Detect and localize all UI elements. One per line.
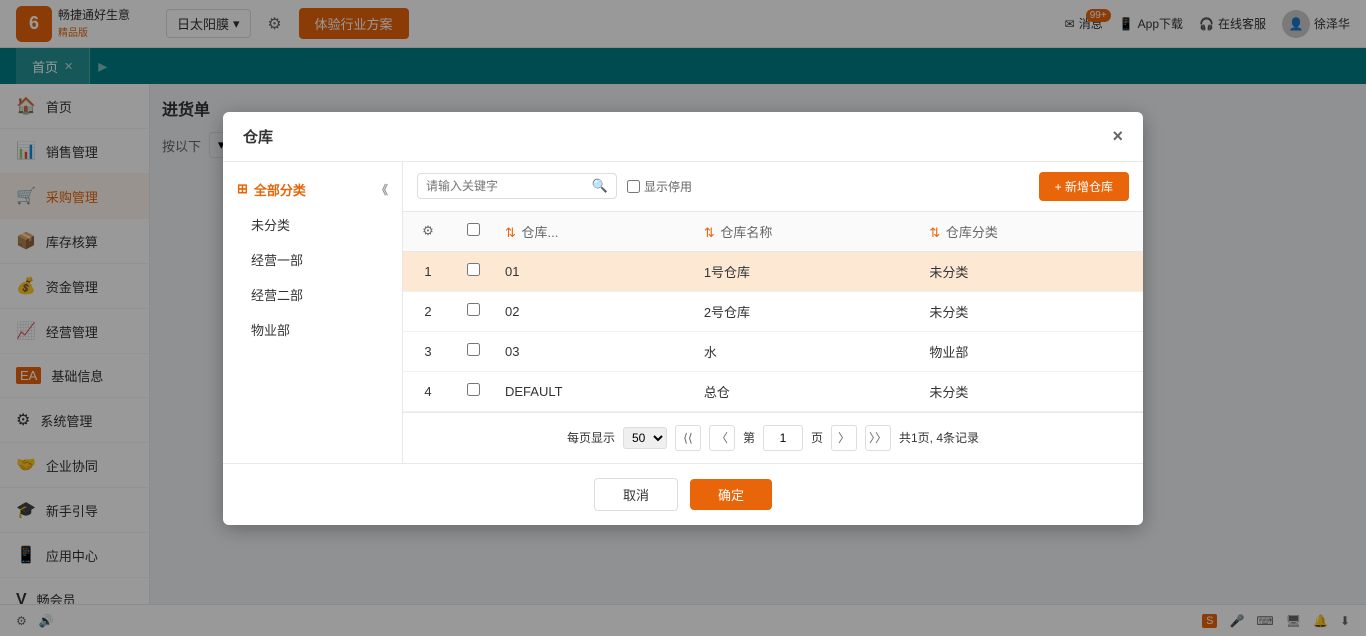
category-item-ops2-label: 经营二部: [251, 288, 303, 303]
table-row[interactable]: 4 DEFAULT 总仓 未分类: [403, 371, 1143, 411]
show-disabled-input[interactable]: [627, 180, 640, 193]
col-name: ⇅ 仓库名称: [692, 212, 918, 252]
row3-category: 物业部: [917, 331, 1143, 371]
col-settings[interactable]: ⚙: [403, 212, 453, 252]
table-body: 1 01 1号仓库 未分类 2 02: [403, 251, 1143, 411]
category-item-property-label: 物业部: [251, 323, 290, 338]
search-icon: 🔍: [592, 178, 608, 194]
sort-icon-category: ⇅: [929, 225, 940, 240]
row2-code: 02: [493, 291, 692, 331]
modal-footer: 取消 确定: [223, 463, 1143, 525]
row3-code: 03: [493, 331, 692, 371]
row1-checkbox[interactable]: [453, 251, 493, 291]
row1-name: 1号仓库: [692, 251, 918, 291]
page-number-input[interactable]: [763, 425, 803, 451]
new-warehouse-button[interactable]: + 新增仓库: [1039, 172, 1129, 201]
table-panel: 🔍 显示停用 + 新增仓库: [403, 162, 1143, 463]
page-prev-button[interactable]: 〈: [709, 425, 735, 451]
modal-overlay: 仓库 × ⊞ 全部分类 《 未分类: [150, 84, 1366, 636]
table-toolbar: 🔍 显示停用 + 新增仓库: [403, 162, 1143, 212]
warehouse-table: ⚙ ⇅ 仓库... ⇅ 仓库名称: [403, 212, 1143, 412]
page-next-button[interactable]: 〉: [831, 425, 857, 451]
table-row[interactable]: 2 02 2号仓库 未分类: [403, 291, 1143, 331]
row1-code: 01: [493, 251, 692, 291]
modal-body: ⊞ 全部分类 《 未分类 经营一部 经营二部: [223, 162, 1143, 463]
main-layout: 🏠 首页 📊 销售管理 🛒 采购管理 📦 库存核算 💰 资金管理 📈 经营管理 …: [0, 84, 1366, 636]
category-item-ops1-label: 经营一部: [251, 253, 303, 268]
row4-checkbox[interactable]: [453, 371, 493, 411]
row4-name: 总仓: [692, 371, 918, 411]
row3-name: 水: [692, 331, 918, 371]
row3-checkbox[interactable]: [453, 331, 493, 371]
row2-checkbox[interactable]: [453, 291, 493, 331]
total-label: 共1页, 4条记录: [899, 429, 979, 446]
show-disabled-checkbox[interactable]: 显示停用: [627, 178, 692, 195]
confirm-button[interactable]: 确定: [690, 479, 772, 510]
page-first-button[interactable]: ⟨⟨: [675, 425, 701, 451]
category-item-ops2[interactable]: 经营二部: [223, 277, 402, 312]
modal-header: 仓库 ×: [223, 112, 1143, 162]
search-input[interactable]: [426, 179, 586, 193]
row4-code: DEFAULT: [493, 371, 692, 411]
row2-category: 未分类: [917, 291, 1143, 331]
sort-icon-code: ⇅: [505, 225, 516, 240]
row1-num: 1: [403, 251, 453, 291]
data-table: ⚙ ⇅ 仓库... ⇅ 仓库名称: [403, 212, 1143, 412]
col-checkbox: [453, 212, 493, 252]
row4-category: 未分类: [917, 371, 1143, 411]
row2-name: 2号仓库: [692, 291, 918, 331]
grid-icon: ⊞: [237, 181, 248, 197]
col-category: ⇅ 仓库分类: [917, 212, 1143, 252]
category-item-unclassified-label: 未分类: [251, 218, 290, 233]
content-area: 进货单 按以下 ▾ 仓库 ×: [150, 84, 1366, 636]
table-row[interactable]: 1 01 1号仓库 未分类: [403, 251, 1143, 291]
per-page-select[interactable]: 50: [623, 427, 667, 449]
show-disabled-label: 显示停用: [644, 178, 692, 195]
table-header-row: ⚙ ⇅ 仓库... ⇅ 仓库名称: [403, 212, 1143, 252]
page-label-pre: 第: [743, 429, 755, 446]
collapse-icon[interactable]: 《: [376, 181, 388, 198]
row4-num: 4: [403, 371, 453, 411]
row2-num: 2: [403, 291, 453, 331]
table-row[interactable]: 3 03 水 物业部: [403, 331, 1143, 371]
category-all[interactable]: ⊞ 全部分类 《: [223, 172, 402, 207]
search-box[interactable]: 🔍: [417, 173, 617, 199]
select-all-checkbox[interactable]: [467, 223, 480, 236]
category-all-label: 全部分类: [254, 180, 306, 199]
page-label: 页: [811, 429, 823, 446]
category-item-unclassified[interactable]: 未分类: [223, 207, 402, 242]
per-page-label: 每页显示: [567, 429, 615, 446]
category-item-ops1[interactable]: 经营一部: [223, 242, 402, 277]
modal-warehouse: 仓库 × ⊞ 全部分类 《 未分类: [223, 112, 1143, 525]
cancel-button[interactable]: 取消: [594, 478, 678, 511]
category-panel: ⊞ 全部分类 《 未分类 经营一部 经营二部: [223, 162, 403, 463]
sort-icon-name: ⇅: [704, 225, 715, 240]
page-last-button[interactable]: 〉〉: [865, 425, 891, 451]
row1-category: 未分类: [917, 251, 1143, 291]
row3-num: 3: [403, 331, 453, 371]
modal-close-button[interactable]: ×: [1112, 127, 1123, 145]
category-item-property[interactable]: 物业部: [223, 312, 402, 347]
pagination-bar: 每页显示 50 ⟨⟨ 〈 第 页 〉 〉〉 共1页, 4条记录: [403, 412, 1143, 463]
col-code: ⇅ 仓库...: [493, 212, 692, 252]
modal-title: 仓库: [243, 126, 273, 147]
